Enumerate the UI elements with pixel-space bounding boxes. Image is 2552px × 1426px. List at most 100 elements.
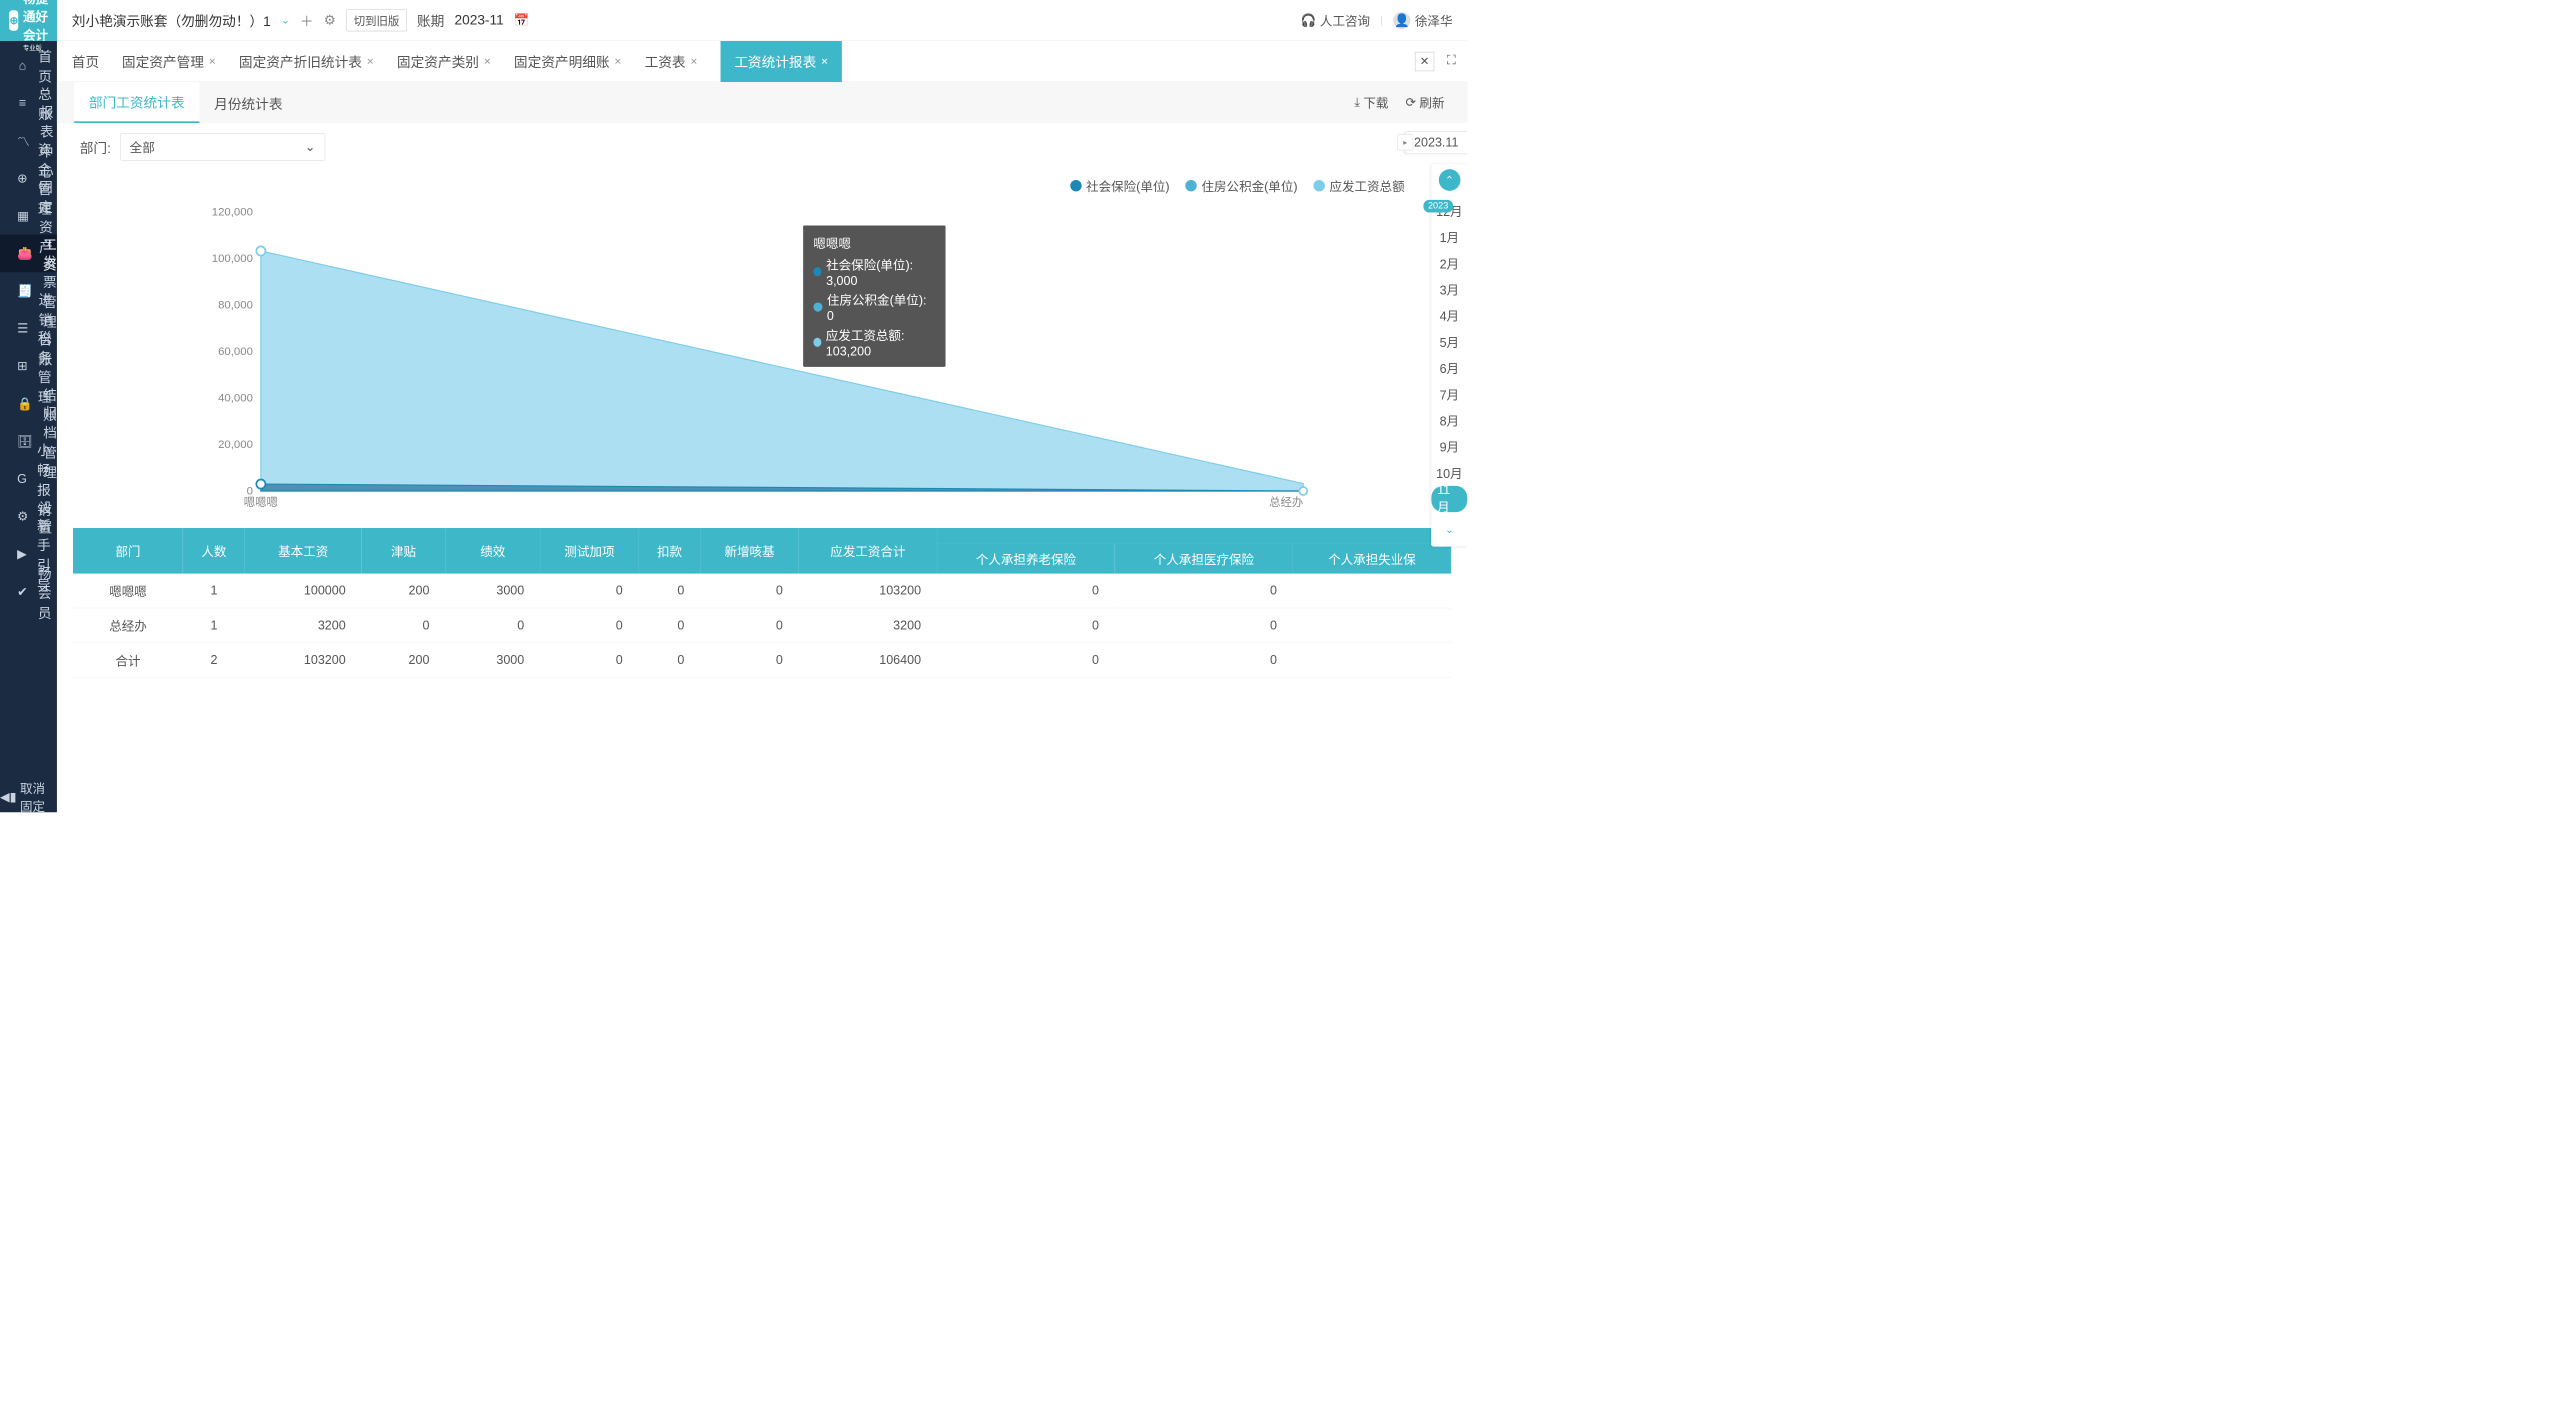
download-icon: ⤓ — [1354, 95, 1360, 110]
table-row: 合计2103200200300000010640000 — [73, 643, 1451, 678]
tab-5[interactable]: 工资表✕ — [645, 51, 698, 71]
sidebar: ⊕ 畅捷通好会计 专业版 ⌂首页≡总账〽报表中心⊕资金管理▦固定资产👛工资🧾发票… — [0, 0, 57, 812]
table-subheader: 个人承担失业保 — [1293, 544, 1451, 574]
svg-text:嗯嗯嗯: 嗯嗯嗯 — [244, 496, 278, 508]
svg-text:0: 0 — [247, 485, 253, 497]
tab-4[interactable]: 固定资产明细账✕ — [514, 51, 622, 71]
period-month[interactable]: 7月 — [1440, 381, 1460, 407]
period-value: 2023-11 — [455, 12, 504, 28]
sidebar-icon-0: ⌂ — [17, 58, 28, 74]
legend-item[interactable]: 住房公积金(单位) — [1186, 177, 1298, 195]
period-label: 账期 — [417, 10, 444, 30]
svg-text:100,000: 100,000 — [212, 253, 253, 265]
chevron-down-icon: ⌄ — [305, 140, 316, 155]
chevron-right-icon: ▸ — [1397, 134, 1413, 150]
period-month[interactable]: 3月 — [1440, 276, 1460, 302]
tab-0[interactable]: 首页 — [72, 51, 99, 71]
logo-main: 畅捷通好会计 — [23, 0, 57, 43]
sidebar-icon-11: G — [17, 471, 27, 487]
period-panel-tab[interactable]: ▸ 2023.11 — [1405, 131, 1468, 154]
sidebar-item-11[interactable]: G小畅报销 — [0, 460, 57, 498]
tab-close-5[interactable]: ✕ — [690, 56, 698, 67]
table-row: 总经办1320000000320000 — [73, 608, 1451, 643]
chart-area: 社会保险(单位)住房公积金(单位)应发工资总额 020,00040,00060,… — [57, 171, 1467, 511]
sidebar-item-8[interactable]: ⊞税务管理 — [0, 347, 57, 385]
sidebar-icon-4: ▦ — [17, 208, 29, 224]
tab-close-6[interactable]: ✕ — [821, 56, 829, 67]
tab-2[interactable]: 固定资产折旧统计表✕ — [239, 51, 374, 71]
sidebar-item-0[interactable]: ⌂首页 — [0, 47, 57, 85]
dept-filter-select[interactable]: 全部 ⌄ — [120, 133, 325, 160]
period-scroll-down[interactable]: ⌄ — [1439, 519, 1461, 541]
account-dropdown-icon[interactable]: ⌄ — [281, 14, 290, 26]
sidebar-item-14[interactable]: ✔畅会员 — [0, 573, 57, 611]
sidebar-item-4[interactable]: ▦固定资产 — [0, 197, 57, 235]
sidebar-icon-3: ⊕ — [17, 170, 28, 186]
filter-row: 部门: 全部 ⌄ — [57, 123, 1467, 171]
refresh-button[interactable]: ⟳ 刷新 — [1406, 93, 1445, 111]
legend-item[interactable]: 社会保险(单位) — [1070, 177, 1169, 195]
svg-text:80,000: 80,000 — [218, 299, 253, 311]
table-subheader: 个人承担医疗保险 — [1115, 544, 1293, 574]
avatar-icon: 👤 — [1393, 12, 1410, 29]
table-row: 嗯嗯嗯1100000200300000010320000 — [73, 574, 1451, 608]
sidebar-icon-12: ⚙ — [17, 509, 28, 525]
salary-table[interactable]: 部门人数基本工资津贴绩效测试加项扣款新增咳基应发工资合计个人承担养老保险个人承担… — [73, 528, 1451, 678]
subtab-1[interactable]: 月份统计表 — [199, 82, 297, 123]
user-menu[interactable]: 👤 徐泽华 — [1393, 11, 1452, 29]
calendar-icon[interactable]: 📅 — [514, 13, 530, 28]
tab-close-2[interactable]: ✕ — [366, 56, 374, 67]
logo-icon: ⊕ — [9, 10, 18, 31]
sidebar-icon-1: ≡ — [17, 95, 28, 111]
tab-3[interactable]: 固定资产类别✕ — [397, 51, 491, 71]
svg-text:20,000: 20,000 — [218, 439, 253, 451]
period-month[interactable]: 4月 — [1440, 302, 1460, 328]
sidebar-icon-14: ✔ — [17, 584, 28, 600]
close-tabs-button[interactable]: ✕ — [1415, 52, 1434, 71]
sidebar-unpin[interactable]: ◀▮ 取消固定 — [0, 781, 57, 812]
download-button[interactable]: ⤓ 下载 — [1354, 93, 1388, 111]
table-header: 扣款 — [639, 528, 701, 574]
table-header: 新增咳基 — [700, 528, 798, 574]
year-badge: 2023 — [1423, 200, 1452, 213]
period-month[interactable]: 11月 — [1431, 486, 1467, 512]
fullscreen-icon[interactable]: ⛶ — [1443, 52, 1459, 68]
period-month[interactable]: 8月 — [1440, 407, 1460, 433]
switch-version-button[interactable]: 切到旧版 — [346, 9, 406, 31]
header: 刘小艳演示账套（勿删勿动！）1 ⌄ ＋ ⚙ 切到旧版 账期 2023-11 📅 … — [57, 0, 1467, 41]
headset-icon: 🎧 — [1301, 13, 1317, 28]
table-header: 应发工资合计 — [799, 528, 937, 574]
period-month[interactable]: 9月 — [1440, 433, 1460, 459]
sidebar-icon-10: 🗄 — [17, 433, 33, 449]
period-month[interactable]: 6月 — [1440, 355, 1460, 381]
settings-icon[interactable]: ⚙ — [324, 12, 336, 29]
sidebar-icon-7: ☰ — [17, 321, 28, 337]
unpin-icon: ◀▮ — [0, 789, 17, 804]
sidebar-icon-6: 🧾 — [17, 283, 33, 299]
subtab-0[interactable]: 部门工资统计表 — [74, 82, 199, 123]
tab-close-1[interactable]: ✕ — [208, 56, 216, 67]
tab-close-4[interactable]: ✕ — [614, 56, 622, 67]
refresh-icon: ⟳ — [1406, 95, 1417, 110]
tab-close-3[interactable]: ✕ — [483, 56, 491, 67]
period-month[interactable]: 2月 — [1440, 250, 1460, 276]
logo: ⊕ 畅捷通好会计 专业版 — [0, 0, 57, 41]
svg-text:120,000: 120,000 — [212, 206, 253, 218]
tab-1[interactable]: 固定资产管理✕ — [122, 51, 216, 71]
legend-item[interactable]: 应发工资总额 — [1313, 177, 1404, 195]
table-header: 津贴 — [362, 528, 446, 574]
table-header: 测试加项 — [540, 528, 638, 574]
sidebar-icon-2: 〽 — [17, 133, 30, 149]
period-scroll-up[interactable]: ⌃ — [1439, 169, 1461, 191]
period-month[interactable]: 1月 — [1440, 224, 1460, 250]
salary-chart: 020,00040,00060,00080,000100,000120,000嗯… — [91, 206, 1433, 508]
period-month[interactable]: 5月 — [1440, 329, 1460, 355]
chart-tooltip: 嗯嗯嗯 社会保险(单位): 3,000住房公积金(单位): 0应发工资总额: 1… — [803, 226, 945, 367]
consult-link[interactable]: 🎧 人工咨询 — [1301, 11, 1370, 29]
tab-6[interactable]: 工资统计报表✕ — [721, 41, 843, 82]
sidebar-icon-8: ⊞ — [17, 358, 28, 374]
table-header: 人数 — [183, 528, 245, 574]
table-subheader: 个人承担养老保险 — [937, 544, 1115, 574]
svg-text:40,000: 40,000 — [218, 392, 253, 404]
add-account-icon[interactable]: ＋ — [300, 10, 314, 30]
